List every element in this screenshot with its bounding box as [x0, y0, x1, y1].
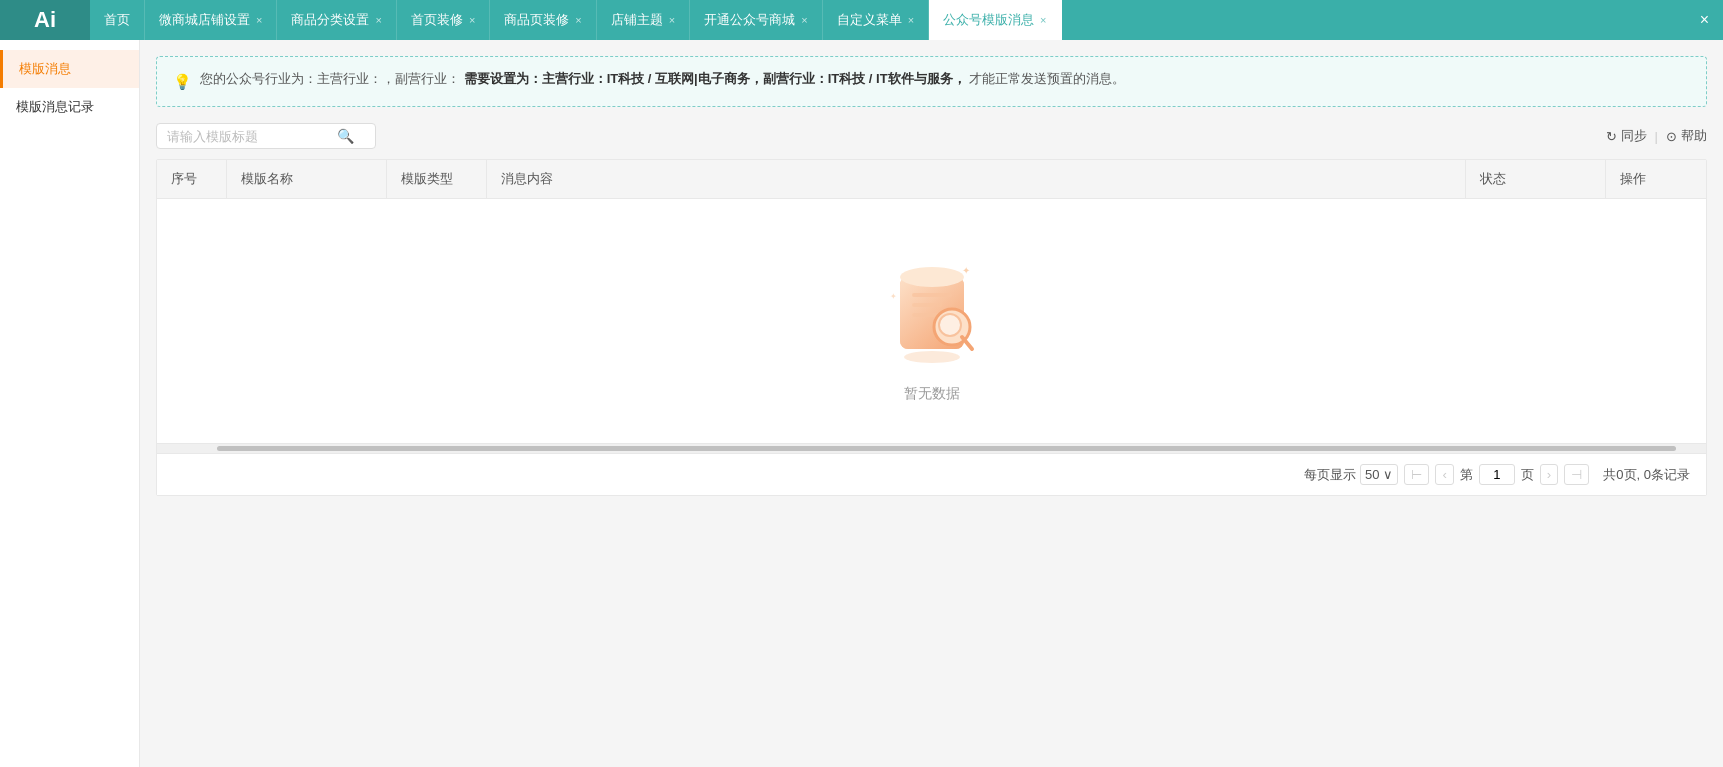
per-page-dropdown[interactable]: 50 ∨ [1360, 464, 1398, 485]
tab-close-menu[interactable]: × [908, 14, 914, 26]
tab-close-mall[interactable]: × [801, 14, 807, 26]
page-after-label: 页 [1521, 466, 1534, 484]
sidebar: 模版消息模版消息记录 [0, 40, 140, 767]
tab-home[interactable]: 首页 [90, 0, 145, 40]
empty-illustration: ✦ ✦ [872, 249, 992, 369]
prev-page-button[interactable]: ‹ [1435, 464, 1453, 485]
last-page-button[interactable]: ⊣ [1564, 464, 1589, 485]
search-icon[interactable]: 🔍 [337, 128, 354, 144]
tab-category[interactable]: 商品分类设置× [277, 0, 396, 40]
svg-rect-4 [912, 293, 952, 297]
sidebar-item-template-msg[interactable]: 模版消息 [0, 50, 139, 88]
svg-point-0 [904, 351, 960, 363]
dropdown-chevron-icon: ∨ [1383, 467, 1393, 482]
tab-close-theme[interactable]: × [669, 14, 675, 26]
table-col-3: 消息内容 [487, 160, 1466, 198]
notice-highlight: 需要设置为：主营行业：IT科技 / 互联网|电子商务，副营行业：IT科技 / I… [464, 71, 966, 86]
search-input[interactable] [167, 129, 337, 144]
per-page-value: 50 [1365, 467, 1379, 482]
tab-product[interactable]: 商品页装修× [490, 0, 596, 40]
tab-menu[interactable]: 自定义菜单× [823, 0, 929, 40]
table-header: 序号模版名称模版类型消息内容状态操作 [157, 160, 1706, 199]
first-page-button[interactable]: ⊢ [1404, 464, 1429, 485]
brand-logo: Ai [0, 0, 90, 40]
empty-state: ✦ ✦ 暂无数据 [157, 199, 1706, 443]
svg-point-3 [900, 267, 964, 287]
pagination: 每页显示 50 ∨ ⊢ ‹ 第 页 › ⊣ 共0页, 0条记录 [157, 453, 1706, 495]
sync-button[interactable]: ↻ 同步 [1606, 127, 1647, 145]
per-page-select: 每页显示 50 ∨ [1304, 464, 1398, 485]
help-icon: ⊙ [1666, 129, 1677, 144]
page-before-label: 第 [1460, 466, 1473, 484]
table-col-2: 模版类型 [387, 160, 487, 198]
notice-box: 💡 您的公众号行业为：主营行业：，副营行业： 需要设置为：主营行业：IT科技 /… [156, 56, 1707, 107]
close-all-button[interactable]: × [1686, 11, 1723, 29]
search-bar: 🔍 ↻ 同步 | ⊙ 帮助 [156, 123, 1707, 149]
tab-close-homepage[interactable]: × [469, 14, 475, 26]
sidebar-item-template-record[interactable]: 模版消息记录 [0, 88, 139, 126]
per-page-label: 每页显示 [1304, 466, 1356, 484]
tab-mall[interactable]: 开通公众号商城× [690, 0, 822, 40]
table-col-5: 操作 [1606, 160, 1706, 198]
tab-close-template[interactable]: × [1040, 14, 1046, 26]
notice-text: 您的公众号行业为：主营行业：，副营行业： 需要设置为：主营行业：IT科技 / 互… [200, 69, 1125, 90]
scrollbar-thumb[interactable] [217, 446, 1676, 451]
nav-tabs: 首页微商城店铺设置×商品分类设置×首页装修×商品页装修×店铺主题×开通公众号商城… [90, 0, 1686, 40]
page-number-input[interactable] [1479, 464, 1515, 485]
help-button[interactable]: ⊙ 帮助 [1666, 127, 1707, 145]
sync-icon: ↻ [1606, 129, 1617, 144]
svg-text:✦: ✦ [890, 292, 897, 301]
search-actions: ↻ 同步 | ⊙ 帮助 [1606, 127, 1707, 145]
data-table: 序号模版名称模版类型消息内容状态操作 [156, 159, 1707, 496]
search-input-wrap: 🔍 [156, 123, 376, 149]
divider: | [1655, 129, 1658, 144]
tab-close-category[interactable]: × [375, 14, 381, 26]
table-col-0: 序号 [157, 160, 227, 198]
tab-close-product[interactable]: × [575, 14, 581, 26]
page-summary: 共0页, 0条记录 [1603, 466, 1690, 484]
svg-rect-5 [912, 303, 942, 307]
tab-homepage[interactable]: 首页装修× [397, 0, 490, 40]
top-nav: Ai 首页微商城店铺设置×商品分类设置×首页装修×商品页装修×店铺主题×开通公众… [0, 0, 1723, 40]
svg-text:✦: ✦ [962, 265, 970, 276]
tab-wshop[interactable]: 微商城店铺设置× [145, 0, 277, 40]
page-layout: 模版消息模版消息记录 💡 您的公众号行业为：主营行业：，副营行业： 需要设置为：… [0, 40, 1723, 767]
tab-theme[interactable]: 店铺主题× [597, 0, 690, 40]
next-page-button[interactable]: › [1540, 464, 1558, 485]
svg-point-8 [939, 314, 961, 336]
table-col-1: 模版名称 [227, 160, 387, 198]
table-col-4: 状态 [1466, 160, 1606, 198]
main-content: 💡 您的公众号行业为：主营行业：，副营行业： 需要设置为：主营行业：IT科技 /… [140, 40, 1723, 767]
notice-icon: 💡 [173, 70, 192, 94]
empty-text: 暂无数据 [904, 385, 960, 403]
tab-close-wshop[interactable]: × [256, 14, 262, 26]
horizontal-scrollbar[interactable] [157, 443, 1706, 453]
tab-template[interactable]: 公众号模版消息× [929, 0, 1061, 40]
